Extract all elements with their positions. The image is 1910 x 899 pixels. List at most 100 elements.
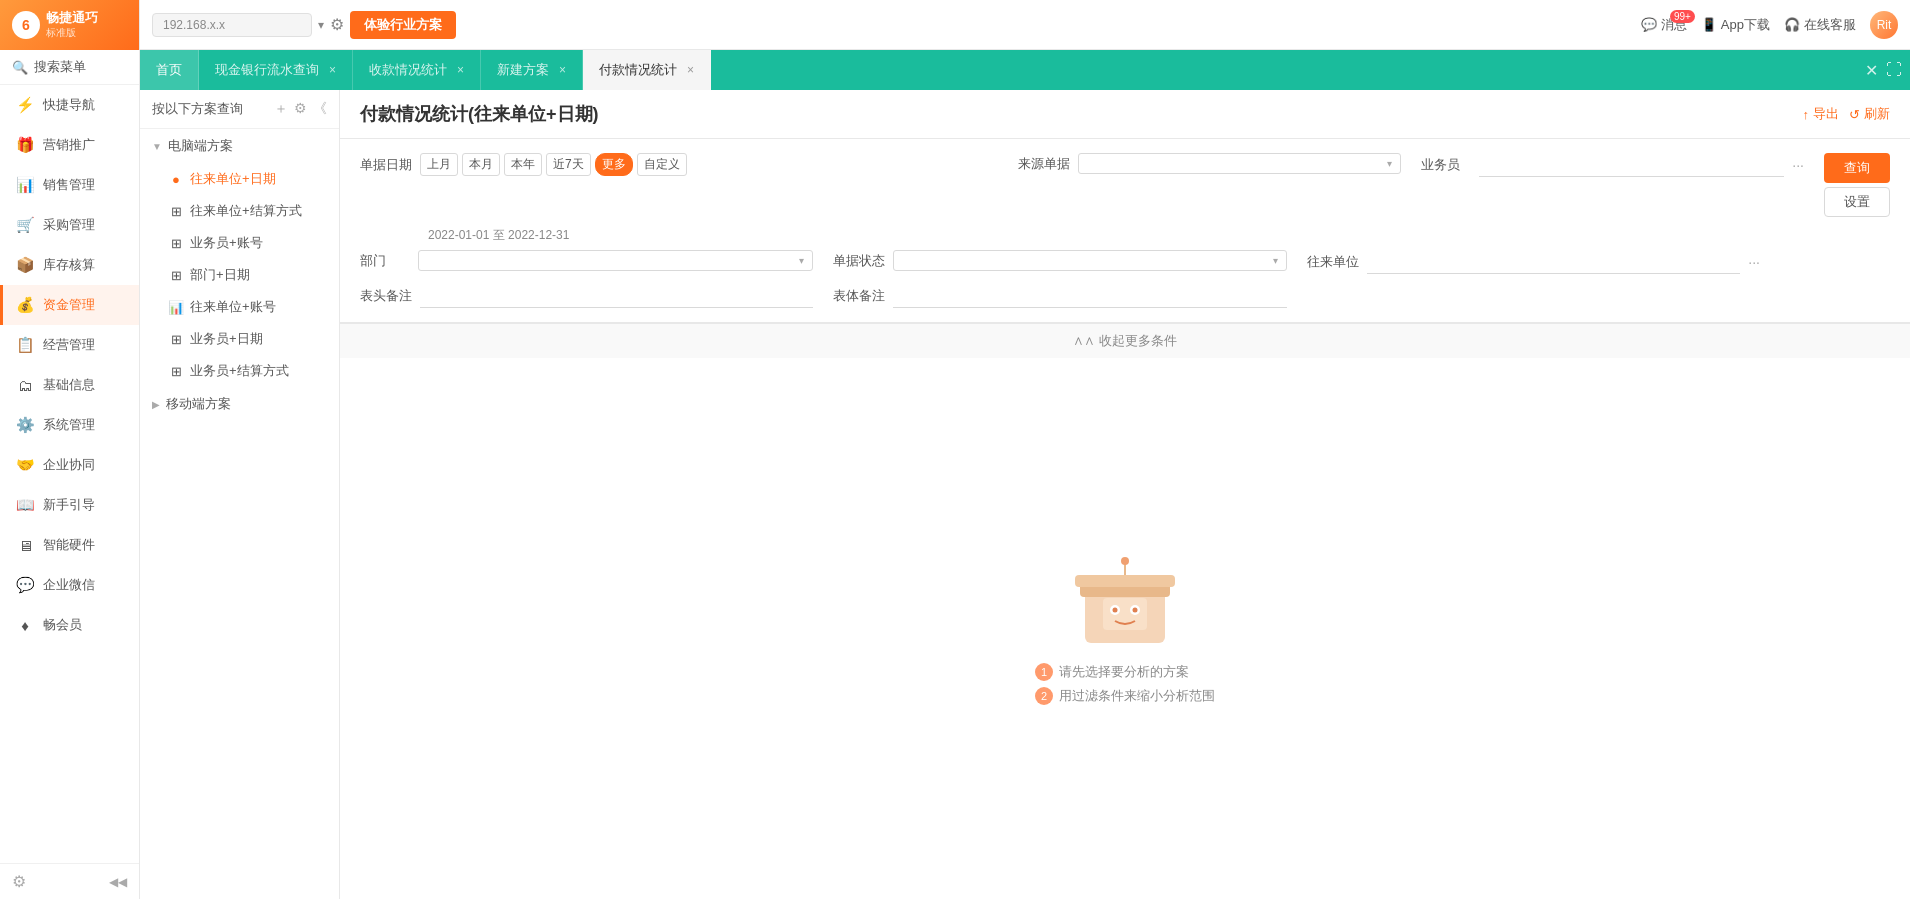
sidebar-item-guide[interactable]: 📖 新手引导	[0, 485, 139, 525]
sidebar-item-enterprise[interactable]: 🤝 企业协同	[0, 445, 139, 485]
scheme-item-salesperson-date[interactable]: ⊞ 业务员+日期	[140, 323, 339, 355]
expand-tabs-icon[interactable]: ⛶	[1886, 61, 1902, 79]
sidebar-item-funds[interactable]: 💰 资金管理	[0, 285, 139, 325]
filter-row-1: 单据日期 上月 本月 本年 近7天 更多 自定义 来源单据	[360, 153, 1890, 217]
mobile-scheme-section: ▶ 移动端方案	[140, 387, 339, 421]
body-note-input[interactable]	[893, 284, 1286, 308]
svg-point-6	[1113, 607, 1118, 612]
salesperson-dots-btn[interactable]: ···	[1792, 157, 1804, 173]
add-scheme-btn[interactable]: ＋	[274, 100, 288, 118]
scheme-item-salesperson-account[interactable]: ⊞ 业务员+账号	[140, 227, 339, 259]
svg-point-9	[1121, 557, 1129, 565]
tab-bank-flow-label: 现金银行流水查询	[215, 61, 319, 79]
messages-badge: 99+	[1670, 10, 1695, 23]
partner-dots-btn[interactable]: ···	[1748, 254, 1760, 270]
topbar-left: 192.168.x.x ▾ ⚙ 体验行业方案	[152, 11, 1633, 39]
sidebar-item-inventory[interactable]: 📦 库存核算	[0, 245, 139, 285]
scheme-item-partner-account[interactable]: 📊 往来单位+账号	[140, 291, 339, 323]
scheme-settings-btn[interactable]: ⚙	[294, 100, 307, 118]
date-btn-this-year[interactable]: 本年	[504, 153, 542, 176]
date-label: 单据日期	[360, 156, 412, 174]
sidebar-item-purchase[interactable]: 🛒 采购管理	[0, 205, 139, 245]
search-menu[interactable]: 🔍 搜索菜单	[0, 50, 139, 85]
sidebar-item-operations[interactable]: 📋 经营管理	[0, 325, 139, 365]
scheme-item-dept-date[interactable]: ⊞ 部门+日期	[140, 259, 339, 291]
scheme-item-partner-settlement[interactable]: ⊞ 往来单位+结算方式	[140, 195, 339, 227]
export-btn[interactable]: ↑ 导出	[1803, 105, 1840, 123]
header-note-input[interactable]	[420, 284, 813, 308]
sidebar-bottom: ⚙ ◀◀	[0, 863, 139, 899]
tab-home[interactable]: 首页	[140, 50, 199, 90]
date-btn-last-month[interactable]: 上月	[420, 153, 458, 176]
sidebar-item-system[interactable]: ⚙️ 系统管理	[0, 405, 139, 445]
sidebar-item-quick-nav[interactable]: ⚡ 快捷导航	[0, 85, 139, 125]
scheme-item-partner-date[interactable]: ● 往来单位+日期	[140, 163, 339, 195]
refresh-btn[interactable]: ↺ 刷新	[1849, 105, 1890, 123]
filter-action-btns: 查询 设置	[1824, 153, 1890, 217]
scheme-item-salesperson-settlement[interactable]: ⊞ 业务员+结算方式	[140, 355, 339, 387]
collapse-panel-btn[interactable]: 《	[313, 100, 327, 118]
app-download-btn[interactable]: 📱 App下载	[1701, 16, 1770, 34]
query-btn[interactable]: 查询	[1824, 153, 1890, 183]
mobile-scheme-section-title[interactable]: ▶ 移动端方案	[140, 387, 339, 421]
sidebar-item-wechat[interactable]: 💬 企业微信	[0, 565, 139, 605]
empty-illustration	[1065, 553, 1185, 653]
address-dropdown-icon[interactable]: ▾	[318, 18, 324, 32]
user-avatar[interactable]: Rit	[1870, 11, 1898, 39]
sidebar-item-marketing[interactable]: 🎁 营销推广	[0, 125, 139, 165]
pc-scheme-section-title[interactable]: ▼ 电脑端方案	[140, 129, 339, 163]
partner-input[interactable]	[1367, 250, 1741, 274]
trial-btn[interactable]: 体验行业方案	[350, 11, 456, 39]
sidebar: 6 畅捷通巧 标准版 🔍 搜索菜单 ⚡ 快捷导航 🎁 营销推广 📊 销售管理 🛒…	[0, 0, 140, 899]
date-btn-custom[interactable]: 自定义	[637, 153, 687, 176]
scheme-item-partner-date-icon: ●	[168, 171, 184, 187]
collapse-icon: ∧∧	[1073, 333, 1095, 348]
topbar: 192.168.x.x ▾ ⚙ 体验行业方案 💬 消息 99+ 📱 App下载 …	[140, 0, 1910, 50]
empty-msg-1: 1 请先选择要分析的方案	[1035, 663, 1215, 681]
tab-payment-stats2-close[interactable]: ×	[687, 63, 694, 77]
salesperson-input[interactable]	[1479, 153, 1784, 177]
tab-bank-flow-close[interactable]: ×	[329, 63, 336, 77]
dept-dropdown-icon: ▾	[799, 255, 804, 266]
online-service-label: 在线客服	[1804, 16, 1856, 34]
date-btn-7days[interactable]: 近7天	[546, 153, 591, 176]
scheme-item-partner-account-icon: 📊	[168, 299, 184, 315]
topbar-right: 💬 消息 99+ 📱 App下载 🎧 在线客服 Rit	[1641, 11, 1898, 39]
collapse-sidebar-icon[interactable]: ◀◀	[109, 875, 127, 889]
sidebar-item-basic-info[interactable]: 🗂 基础信息	[0, 365, 139, 405]
header-note-label: 表头备注	[360, 287, 412, 305]
date-btn-more[interactable]: 更多	[595, 153, 633, 176]
tab-bank-flow[interactable]: 现金银行流水查询 ×	[199, 50, 353, 90]
dept-label: 部门	[360, 252, 410, 270]
pc-section-label: 电脑端方案	[168, 137, 233, 155]
collapse-filter-btn[interactable]: ∧∧ 收起更多条件	[340, 323, 1910, 358]
settings-bottom-icon[interactable]: ⚙	[12, 872, 26, 891]
close-all-tabs-icon[interactable]: ✕	[1865, 61, 1878, 80]
svg-rect-3	[1103, 598, 1147, 630]
svg-rect-2	[1075, 575, 1175, 587]
topbar-settings-icon[interactable]: ⚙	[330, 15, 344, 34]
wechat-icon: 💬	[15, 575, 35, 595]
date-btns: 上月 本月 本年 近7天 更多 自定义	[420, 153, 687, 176]
logo-text: 畅捷通巧	[46, 10, 98, 26]
source-select[interactable]: ▾	[1078, 153, 1401, 174]
tab-payment-stats2-label: 付款情况统计	[599, 61, 677, 79]
sidebar-item-vip[interactable]: ♦ 畅会员	[0, 605, 139, 645]
status-select[interactable]: ▾	[893, 250, 1286, 271]
filter-area: 单据日期 上月 本月 本年 近7天 更多 自定义 来源单据	[340, 139, 1910, 323]
sidebar-item-sales[interactable]: 📊 销售管理	[0, 165, 139, 205]
tab-home-label: 首页	[156, 61, 182, 79]
sidebar-item-hardware[interactable]: 🖥 智能硬件	[0, 525, 139, 565]
tab-new-scheme-label: 新建方案	[497, 61, 549, 79]
tab-payment-stats2[interactable]: 付款情况统计 ×	[583, 50, 711, 90]
tab-new-scheme[interactable]: 新建方案 ×	[481, 50, 583, 90]
search-icon: 🔍	[12, 60, 28, 75]
date-btn-this-month[interactable]: 本月	[462, 153, 500, 176]
online-service-btn[interactable]: 🎧 在线客服	[1784, 16, 1856, 34]
tab-payment-stats-close[interactable]: ×	[457, 63, 464, 77]
filter-settings-btn[interactable]: 设置	[1824, 187, 1890, 217]
messages-btn[interactable]: 💬 消息 99+	[1641, 16, 1687, 34]
tab-payment-stats[interactable]: 收款情况统计 ×	[353, 50, 481, 90]
tab-new-scheme-close[interactable]: ×	[559, 63, 566, 77]
dept-select[interactable]: ▾	[418, 250, 813, 271]
